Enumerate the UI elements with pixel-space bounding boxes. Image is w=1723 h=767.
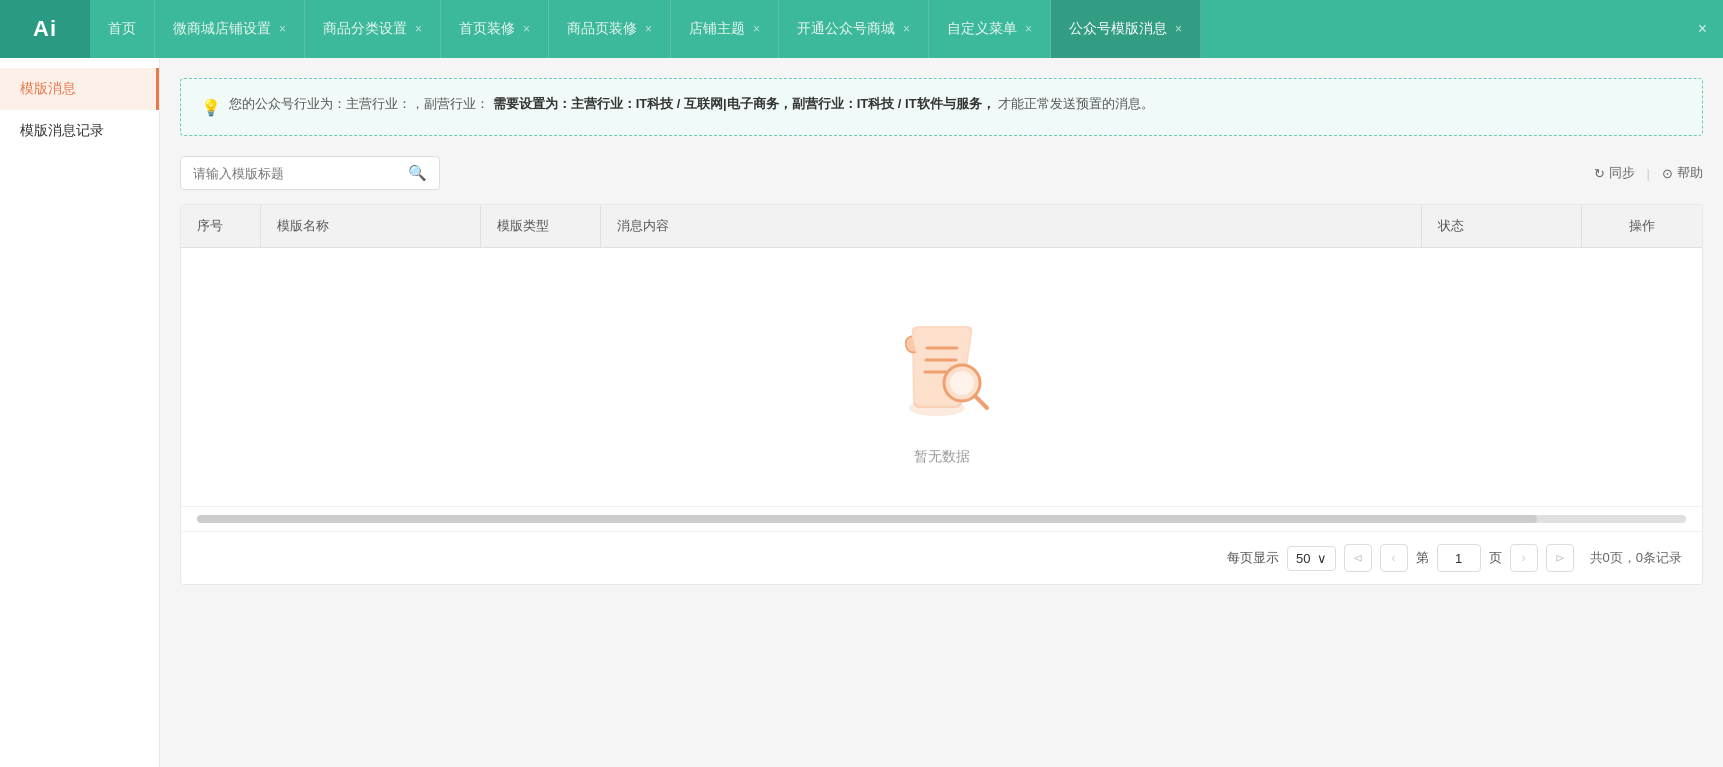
nav-tab-8[interactable]: 公众号模版消息× [1051,0,1201,58]
sidebar: 模版消息 模版消息记录 [0,58,160,767]
toolbar-right: ↻ 同步 | ⊙ 帮助 [1594,164,1703,182]
col-content: 消息内容 [601,205,1422,247]
col-seq: 序号 [181,205,261,247]
scrollbar-row [181,506,1702,531]
last-page-button[interactable]: ⊳ [1546,544,1574,572]
nav-tab-4[interactable]: 商品页装修× [549,0,671,58]
empty-state: 暂无数据 [181,248,1702,506]
notice-text: 您的公众号行业为：主营行业：，副营行业： 需要设置为：主营行业：IT科技 / 互… [229,93,1154,115]
content-area: 💡 您的公众号行业为：主营行业：，副营行业： 需要设置为：主营行业：IT科技 /… [160,58,1723,767]
pagination: 每页显示 50 ∨ ⊲ ‹ 第 页 › ⊳ 共0页，0条记录 [181,531,1702,584]
empty-text: 暂无数据 [914,448,970,466]
search-button[interactable]: 🔍 [396,157,439,189]
sync-icon: ↻ [1594,166,1605,181]
toolbar: 🔍 ↻ 同步 | ⊙ 帮助 [180,156,1703,190]
per-page-value: 50 [1296,551,1310,566]
help-button[interactable]: ⊙ 帮助 [1662,164,1703,182]
total-info: 共0页，0条记录 [1590,549,1682,567]
nav-tab-1[interactable]: 微商城店铺设置× [155,0,305,58]
next-page-button[interactable]: › [1510,544,1538,572]
empty-icon [882,308,1002,428]
table-header: 序号 模版名称 模版类型 消息内容 状态 操作 [181,205,1702,248]
nav-tab-5[interactable]: 店铺主题× [671,0,779,58]
scrollbar-thumb [197,515,1537,523]
main-layout: 模版消息 模版消息记录 💡 您的公众号行业为：主营行业：，副营行业： 需要设置为… [0,58,1723,767]
sidebar-item-template-message[interactable]: 模版消息 [0,68,159,110]
nav-tab-7[interactable]: 自定义菜单× [929,0,1051,58]
per-page-select[interactable]: 50 ∨ [1287,546,1335,571]
top-nav: Ai 首页微商城店铺设置×商品分类设置×首页装修×商品页装修×店铺主题×开通公众… [0,0,1723,58]
nav-tab-0[interactable]: 首页 [90,0,155,58]
chevron-down-icon: ∨ [1317,551,1327,566]
col-type: 模版类型 [481,205,601,247]
nav-tab-close-6[interactable]: × [903,22,910,36]
toolbar-divider: | [1647,166,1650,181]
search-box: 🔍 [180,156,440,190]
nav-tab-close-5[interactable]: × [753,22,760,36]
nav-tab-close-8[interactable]: × [1175,22,1182,36]
nav-tab-2[interactable]: 商品分类设置× [305,0,441,58]
search-input[interactable] [181,159,396,188]
prev-page-button[interactable]: ‹ [1380,544,1408,572]
data-table: 序号 模版名称 模版类型 消息内容 状态 操作 [180,204,1703,585]
help-icon: ⊙ [1662,166,1673,181]
nav-tab-close-1[interactable]: × [279,22,286,36]
per-page-label: 每页显示 [1227,549,1279,567]
nav-tab-close-4[interactable]: × [645,22,652,36]
col-name: 模版名称 [261,205,481,247]
close-all-button[interactable]: × [1682,20,1723,38]
nav-tab-6[interactable]: 开通公众号商城× [779,0,929,58]
svg-line-6 [975,396,987,408]
first-page-button[interactable]: ⊲ [1344,544,1372,572]
page-prefix: 第 [1416,549,1429,567]
nav-tab-close-3[interactable]: × [523,22,530,36]
nav-tab-3[interactable]: 首页装修× [441,0,549,58]
notice-box: 💡 您的公众号行业为：主营行业：，副营行业： 需要设置为：主营行业：IT科技 /… [180,78,1703,136]
nav-tab-close-7[interactable]: × [1025,22,1032,36]
nav-tab-close-2[interactable]: × [415,22,422,36]
svg-point-5 [950,371,974,395]
horizontal-scrollbar[interactable] [197,515,1686,523]
col-action: 操作 [1582,205,1702,247]
app-logo: Ai [0,0,90,58]
page-suffix: 页 [1489,549,1502,567]
nav-tabs: 首页微商城店铺设置×商品分类设置×首页装修×商品页装修×店铺主题×开通公众号商城… [90,0,1682,58]
sync-button[interactable]: ↻ 同步 [1594,164,1635,182]
col-status: 状态 [1422,205,1582,247]
notice-icon: 💡 [201,94,221,121]
page-input[interactable] [1437,544,1481,572]
notice-highlight: 需要设置为：主营行业：IT科技 / 互联网|电子商务，副营行业：IT科技 / I… [493,96,995,111]
sidebar-item-template-message-log[interactable]: 模版消息记录 [0,110,159,152]
